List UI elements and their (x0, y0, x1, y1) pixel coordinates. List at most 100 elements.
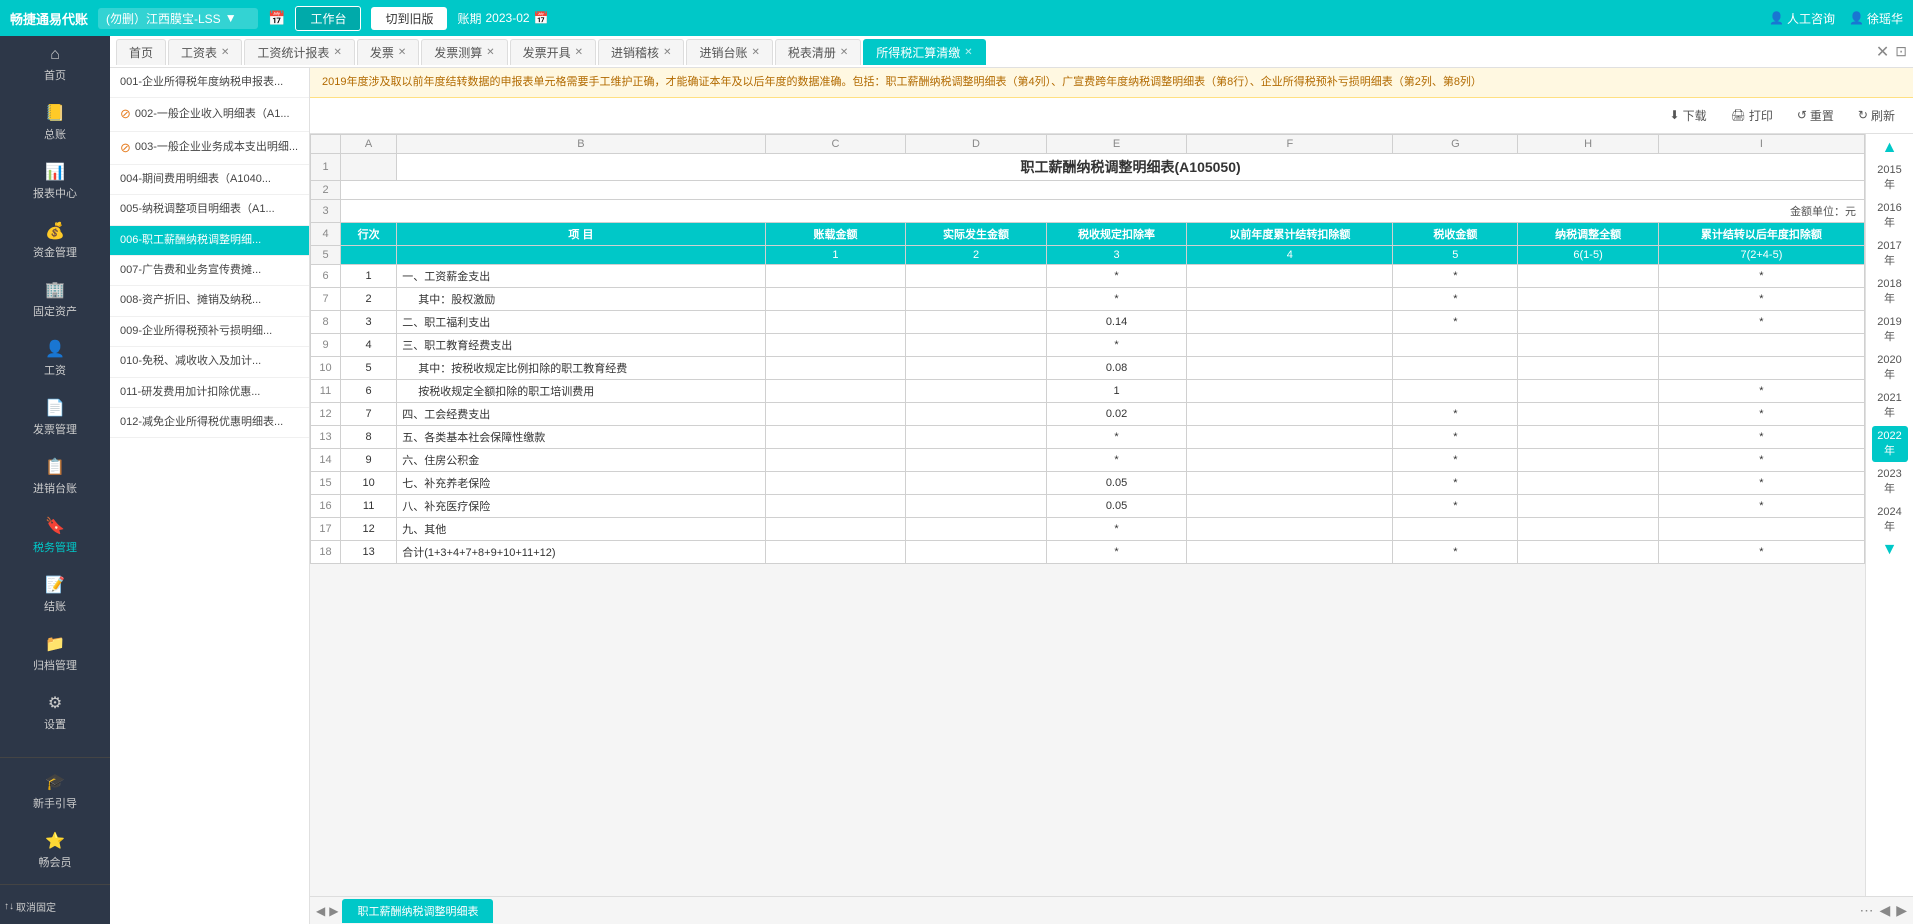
year-2020[interactable]: 2020年 (1872, 350, 1908, 386)
sidebar-item-salary[interactable]: 👤 工资 (0, 329, 110, 388)
subheader-2: 2 (906, 245, 1047, 264)
tab-income-tax[interactable]: 所得税汇算清缴 ✕ (863, 39, 985, 65)
workspace-button[interactable]: 工作台 (295, 6, 361, 31)
refresh-icon: ↻ (1858, 108, 1868, 122)
close-tab-salary-report[interactable]: ✕ (333, 47, 341, 58)
year-2023[interactable]: 2023年 (1872, 464, 1908, 500)
fund-icon: 💰 (45, 221, 65, 241)
year-2022[interactable]: 2022年 (1872, 426, 1908, 462)
company-selector[interactable]: (勿删）江西膜宝-LSS ▼ (98, 8, 258, 29)
table-row: 15 10 七、补充养老保险 0.05 * * (311, 471, 1865, 494)
form-list-item-004[interactable]: 004-期间费用明细表（A1040... (110, 165, 309, 195)
top-bar: 畅捷通易代账 (勿删）江西膜宝-LSS ▼ 📅 工作台 切到旧版 账期 2023… (0, 0, 1913, 36)
tab-purchase-ledger[interactable]: 进销台账 ✕ (686, 39, 772, 65)
form-list-item-005[interactable]: 005-纳税调整项目明细表（A1... (110, 195, 309, 225)
invoice-icon: 📄 (45, 398, 65, 418)
bottom-tab-salary-adjust[interactable]: 职工薪酬纳税调整明细表 (342, 899, 493, 923)
print-button[interactable]: 🖨 打印 (1725, 104, 1779, 127)
sidebar-item-settings[interactable]: ⚙ 设置 (0, 683, 110, 742)
form-list-item-009[interactable]: 009-企业所得税预补亏损明细... (110, 317, 309, 347)
sidebar-item-home[interactable]: ⌂ 首页 (0, 36, 110, 93)
form-list-item-011[interactable]: 011-研发费用加计扣除优惠... (110, 378, 309, 408)
year-nav-down[interactable]: ▼ (1875, 540, 1905, 560)
year-2017[interactable]: 2017年 (1872, 236, 1908, 272)
close-tab-purchase-ledger[interactable]: ✕ (751, 47, 759, 58)
sidebar-item-unpin[interactable]: ↑↓ 取消固定 (0, 889, 110, 924)
sidebar-item-tax[interactable]: 🔖 税务管理 (0, 506, 110, 565)
reset-button[interactable]: ↺ 重置 (1791, 104, 1840, 127)
title-row-1: 1 职工薪酬纳税调整明细表(A105050) (311, 153, 1865, 180)
user-info[interactable]: 👤 徐瑶华 (1849, 10, 1903, 27)
tab-invoice-calc[interactable]: 发票测算 ✕ (421, 39, 507, 65)
sidebar-label-settings: 设置 (44, 716, 66, 732)
table-row: 9 4 三、职工教育经费支出 * (311, 333, 1865, 356)
close-tab-salary[interactable]: ✕ (221, 47, 229, 58)
sidebar-item-invoice[interactable]: 📄 发票管理 (0, 388, 110, 447)
tab-invoice-issue[interactable]: 发票开具 ✕ (510, 39, 596, 65)
tab-tax-book[interactable]: 税表清册 ✕ (775, 39, 861, 65)
spreadsheet-main[interactable]: A B C D E F G H I (310, 134, 1865, 897)
sidebar-label-purchase: 进销台账 (33, 480, 77, 496)
tab-purchase-audit[interactable]: 进销稽核 ✕ (598, 39, 684, 65)
tab-home[interactable]: 首页 (116, 39, 166, 65)
close-tab-purchase-audit[interactable]: ✕ (663, 47, 671, 58)
col-i: I (1658, 134, 1864, 153)
tab-salary[interactable]: 工资表 ✕ (168, 39, 242, 65)
sidebar-item-assets[interactable]: 🏢 固定资产 (0, 270, 110, 329)
sidebar: ⌂ 首页 📒 总账 📊 报表中心 💰 资金管理 🏢 固定资产 👤 工资 📄 发票… (0, 36, 110, 924)
sidebar-item-member[interactable]: ⭐ 畅会员 (0, 821, 110, 880)
sidebar-item-close[interactable]: 📝 结账 (0, 565, 110, 624)
form-list-item-002[interactable]: ⊘ 002-一般企业收入明细表（A1... (110, 98, 309, 131)
form-list-item-001[interactable]: 001-企业所得税年度纳税申报表... (110, 68, 309, 98)
right-panel: 2019年度涉及取以前年度结转数据的申报表单元格需要手工维护正确，才能确证本年及… (310, 68, 1913, 924)
bottom-menu-icon[interactable]: ⋯ (1859, 902, 1873, 919)
old-version-button[interactable]: 切到旧版 (371, 7, 447, 30)
tab-expand-btn[interactable]: ⊡ (1895, 43, 1907, 60)
form-list-item-010[interactable]: 010-免税、减收收入及加计... (110, 347, 309, 377)
year-2019[interactable]: 2019年 (1872, 312, 1908, 348)
year-2016[interactable]: 2016年 (1872, 198, 1908, 234)
bottom-scroll-left[interactable]: ◀ (1879, 902, 1890, 919)
top-bar-right: 👤 人工咨询 👤 徐瑶华 (1769, 10, 1903, 27)
year-2021[interactable]: 2021年 (1872, 388, 1908, 424)
year-nav-up[interactable]: ▲ (1875, 138, 1905, 158)
sidebar-item-guide[interactable]: 🎓 新手引导 (0, 762, 110, 821)
subheader-7: 7(2+4-5) (1658, 245, 1864, 264)
table-row: 7 2 其中：股权激励 * * * (311, 287, 1865, 310)
header-col1: 账载金额 (765, 222, 906, 245)
form-list-item-007[interactable]: 007-广告费和业务宣传费摊... (110, 256, 309, 286)
year-2024[interactable]: 2024年 (1872, 502, 1908, 538)
sidebar-item-archive[interactable]: 📁 归档管理 (0, 624, 110, 683)
close-tab-income-tax[interactable]: ✕ (964, 47, 972, 58)
close-tab-invoice-issue[interactable]: ✕ (575, 47, 583, 58)
year-2015[interactable]: 2015年 (1872, 160, 1908, 196)
form-list-item-012[interactable]: 012-减免企业所得税优惠明细表... (110, 408, 309, 438)
bottom-next-btn[interactable]: ▶ (329, 904, 338, 918)
bottom-prev-btn[interactable]: ◀ (316, 904, 325, 918)
subheader-1: 1 (765, 245, 906, 264)
refresh-button[interactable]: ↻ 刷新 (1852, 104, 1901, 127)
download-button[interactable]: ⬇ 下载 (1664, 104, 1713, 127)
sidebar-item-ledger[interactable]: 📒 总账 (0, 93, 110, 152)
close-tab-invoice[interactable]: ✕ (398, 47, 406, 58)
tab-close-btn[interactable]: ✕ (1876, 42, 1889, 62)
col-row-num (311, 134, 341, 153)
form-list-item-003[interactable]: ⊘ 003-一般企业业务成本支出明细... (110, 132, 309, 165)
warning-bar: 2019年度涉及取以前年度结转数据的申报表单元格需要手工维护正确，才能确证本年及… (310, 68, 1913, 98)
bottom-scroll-right[interactable]: ▶ (1896, 902, 1907, 919)
year-2018[interactable]: 2018年 (1872, 274, 1908, 310)
support-link[interactable]: 👤 人工咨询 (1769, 10, 1835, 27)
tab-salary-report[interactable]: 工资统计报表 ✕ (244, 39, 354, 65)
close-tab-tax-book[interactable]: ✕ (840, 47, 848, 58)
sidebar-label-invoice: 发票管理 (33, 421, 77, 437)
sidebar-item-report[interactable]: 📊 报表中心 (0, 152, 110, 211)
warning-text: 2019年度涉及取以前年度结转数据的申报表单元格需要手工维护正确，才能确证本年及… (322, 76, 1482, 88)
sidebar-item-fund[interactable]: 💰 资金管理 (0, 211, 110, 270)
sidebar-item-purchase[interactable]: 📋 进销台账 (0, 447, 110, 506)
form-list-item-006[interactable]: 006-职工薪酬纳税调整明细... (110, 226, 309, 256)
calendar-icon[interactable]: 📅 (268, 10, 285, 27)
tab-invoice[interactable]: 发票 ✕ (357, 39, 419, 65)
form-list-item-008[interactable]: 008-资产折旧、摊销及纳税... (110, 286, 309, 316)
close-tab-invoice-calc[interactable]: ✕ (486, 47, 494, 58)
download-icon: ⬇ (1670, 108, 1680, 122)
